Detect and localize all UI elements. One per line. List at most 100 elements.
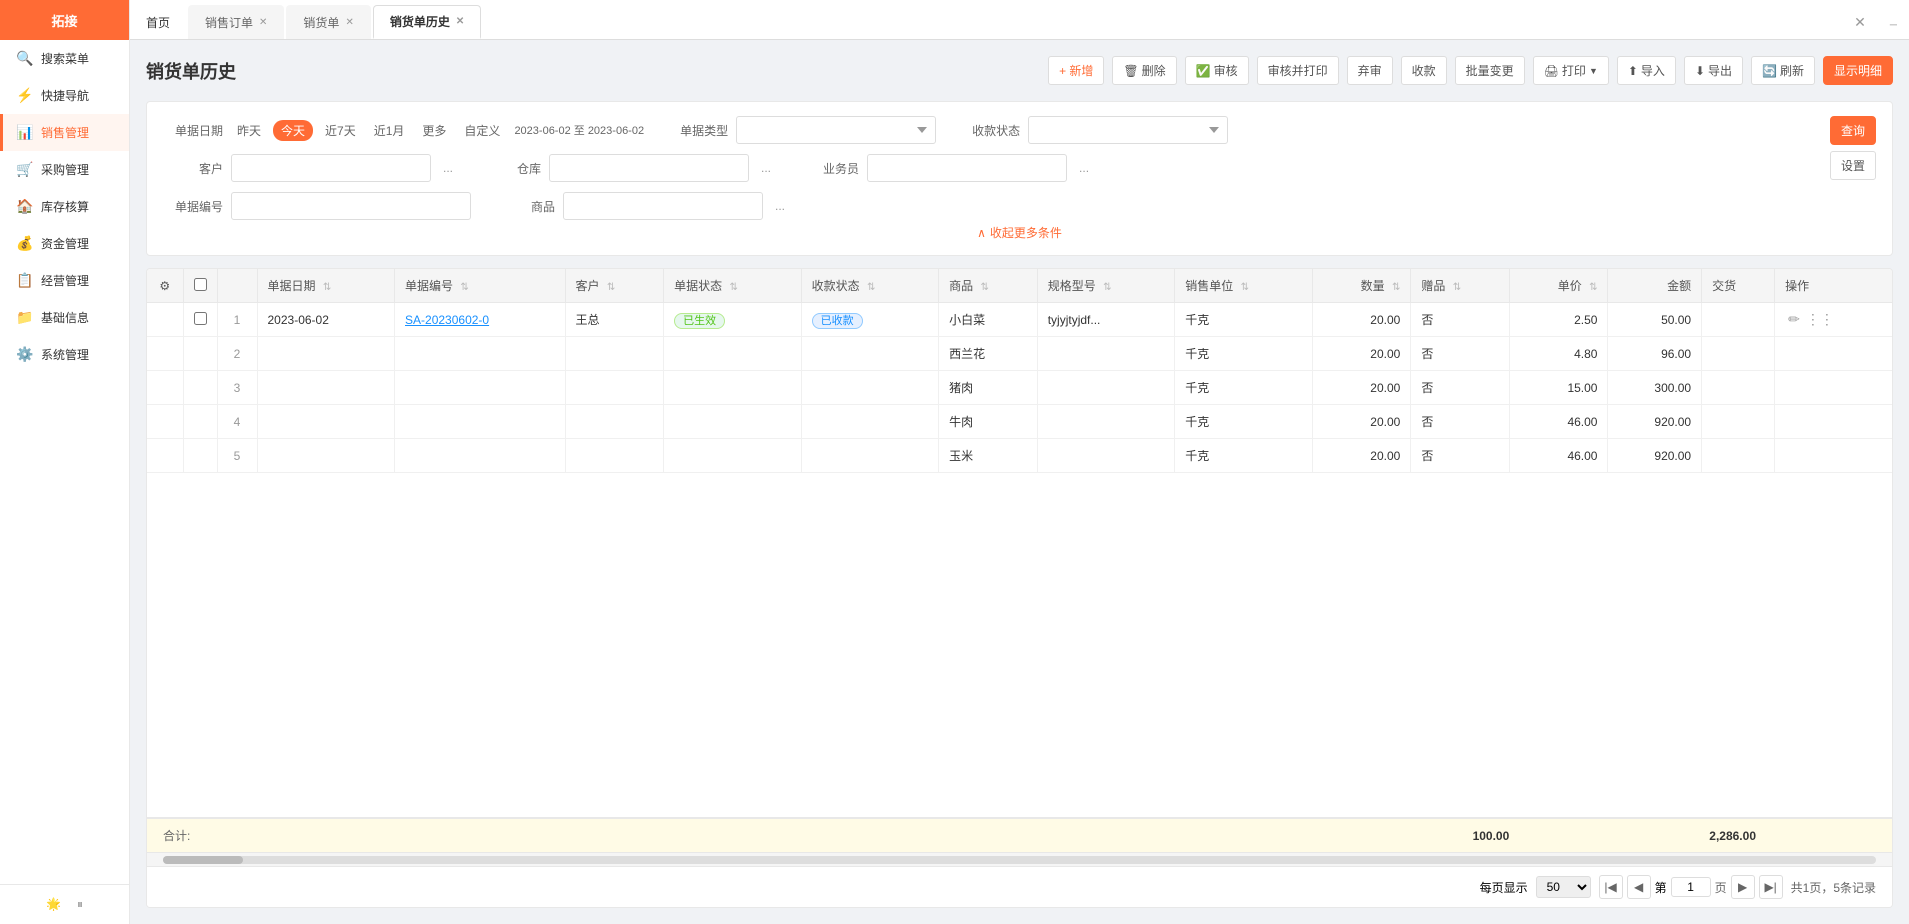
cell-gift: 否 — [1411, 337, 1510, 371]
sidebar-item-inventory[interactable]: 🏠 库存核算 — [0, 188, 129, 225]
collect-status-select[interactable] — [1028, 116, 1228, 144]
sidebar-item-sales-mgmt[interactable]: 📊 销售管理 — [0, 114, 129, 151]
tab-sales-goods-label: 销货单 — [303, 14, 339, 31]
sidebar-item-label: 采购管理 — [41, 161, 89, 178]
col-collect-status[interactable]: 收款状态 ⇅ — [801, 269, 939, 303]
goods-input[interactable] — [563, 192, 763, 220]
col-gift[interactable]: 赠品 ⇅ — [1411, 269, 1510, 303]
import-button[interactable]: ⬆ 导入 — [1617, 56, 1676, 85]
doc-no-input[interactable] — [231, 192, 471, 220]
tab-sales-order[interactable]: 销售订单 ✕ — [188, 5, 284, 39]
doc-no-link[interactable]: SA-20230602-0 — [405, 313, 489, 327]
doc-type-select[interactable] — [736, 116, 936, 144]
flash-icon: ⚡ — [17, 88, 33, 104]
date-btn-today[interactable]: 今天 — [273, 120, 313, 141]
cell-num: 2 — [217, 337, 257, 371]
cell-doc-no — [395, 405, 566, 439]
audit-print-button[interactable]: 审核并打印 — [1257, 56, 1339, 85]
settings-button[interactable]: 设置 — [1830, 151, 1876, 180]
window-min-btn[interactable]: ─ — [1878, 12, 1909, 39]
cell-num: 4 — [217, 405, 257, 439]
warehouse-ellipsis[interactable]: ... — [757, 161, 775, 175]
sort-icon: ⇅ — [460, 282, 468, 293]
sidebar-item-finance[interactable]: 💰 资金管理 — [0, 225, 129, 262]
collect-button[interactable]: 收款 — [1401, 56, 1447, 85]
col-gift-label: 赠品 — [1421, 279, 1445, 293]
content-area: 销货单历史 + 新增 🗑 删除 ✅ 审核 审核并打印 弃审 收款 — [130, 40, 1909, 924]
edit-action[interactable]: ✏ — [1785, 311, 1803, 327]
new-button[interactable]: + 新增 — [1048, 56, 1104, 85]
batch-change-button[interactable]: 批量变更 — [1455, 56, 1525, 85]
goods-ellipsis[interactable]: ... — [771, 199, 789, 213]
sidebar-item-base-info[interactable]: 📁 基础信息 — [0, 299, 129, 336]
page-input[interactable] — [1671, 877, 1711, 897]
col-transaction: 交货 — [1702, 269, 1775, 303]
col-doc-status[interactable]: 单据状态 ⇅ — [664, 269, 802, 303]
date-btn-1month[interactable]: 近1月 — [368, 120, 411, 141]
print-button[interactable]: 🖨 打印 ▼ — [1533, 56, 1609, 85]
tab-sales-goods[interactable]: 销货单 ✕ — [286, 5, 370, 39]
select-all-checkbox[interactable] — [194, 278, 207, 291]
scroll-bar-thumb[interactable] — [163, 856, 243, 864]
page-prev-btn[interactable]: ◀ — [1627, 875, 1651, 899]
query-button[interactable]: 查询 — [1830, 116, 1876, 145]
tab-sales-history[interactable]: 销货单历史 ✕ — [373, 5, 481, 39]
page-next-btn[interactable]: ▶ — [1731, 875, 1755, 899]
bottom-icon-1[interactable]: 🌟 — [46, 897, 61, 912]
tab-sales-history-close[interactable]: ✕ — [456, 16, 464, 27]
col-doc-no[interactable]: 单据编号 ⇅ — [395, 269, 566, 303]
cell-num: 5 — [217, 439, 257, 473]
warehouse-input[interactable] — [549, 154, 749, 182]
date-btn-7days[interactable]: 近7天 — [319, 120, 362, 141]
export-button[interactable]: ⬇ 导出 — [1684, 56, 1743, 85]
sort-icon: ⇅ — [607, 282, 615, 293]
delete-button[interactable]: 🗑 删除 — [1112, 56, 1176, 85]
salesperson-input[interactable] — [867, 154, 1067, 182]
bottom-icon-2[interactable]: ⏸ — [77, 897, 83, 912]
sidebar-item-quick-nav[interactable]: ⚡ 快捷导航 — [0, 77, 129, 114]
page-last-btn[interactable]: ▶| — [1759, 875, 1783, 899]
doc-type-label: 单据类型 — [668, 122, 728, 139]
tab-sales-order-close[interactable]: ✕ — [259, 17, 267, 28]
collapse-btn[interactable]: ∧ 收起更多条件 — [163, 224, 1876, 241]
cell-doc-date — [257, 371, 395, 405]
salesperson-ellipsis[interactable]: ... — [1075, 161, 1093, 175]
scroll-bar[interactable] — [147, 852, 1892, 866]
abandon-button[interactable]: 弃审 — [1347, 56, 1393, 85]
col-unit[interactable]: 销售单位 ⇅ — [1175, 269, 1313, 303]
col-quantity[interactable]: 数量 ⇅ — [1312, 269, 1411, 303]
settings-icon[interactable]: ⚙ — [159, 279, 170, 293]
tab-home[interactable]: 首页 — [130, 5, 186, 39]
cell-amount: 300.00 — [1608, 371, 1702, 405]
export-icon: ⬇ — [1695, 64, 1705, 78]
sidebar-item-search-menu[interactable]: 🔍 搜索菜单 — [0, 40, 129, 77]
row-checkbox[interactable] — [194, 312, 207, 325]
col-amount-label: 金额 — [1667, 279, 1691, 293]
date-btn-more[interactable]: 更多 — [416, 120, 452, 141]
col-spec[interactable]: 规格型号 ⇅ — [1037, 269, 1175, 303]
page-size-select[interactable]: 50 100 200 — [1536, 876, 1591, 898]
tab-sales-goods-close[interactable]: ✕ — [345, 17, 353, 28]
cell-price: 46.00 — [1509, 439, 1608, 473]
audit-button[interactable]: ✅ 审核 — [1185, 56, 1249, 85]
date-btn-custom[interactable]: 自定义 — [458, 120, 506, 141]
customer-ellipsis[interactable]: ... — [439, 161, 457, 175]
window-close-btn[interactable]: ✕ — [1842, 6, 1878, 39]
sidebar-item-operations[interactable]: 📋 经营管理 — [0, 262, 129, 299]
col-price[interactable]: 单价 ⇅ — [1509, 269, 1608, 303]
col-doc-date[interactable]: 单据日期 ⇅ — [257, 269, 395, 303]
more-action[interactable]: ⋮⋮ — [1803, 311, 1837, 327]
cell-transaction — [1702, 439, 1775, 473]
col-goods[interactable]: 商品 ⇅ — [939, 269, 1038, 303]
refresh-button[interactable]: 🔄 刷新 — [1751, 56, 1815, 85]
page-first-btn[interactable]: |◀ — [1599, 875, 1623, 899]
col-settings[interactable]: ⚙ — [147, 269, 183, 303]
cell-gift: 否 — [1411, 405, 1510, 439]
customer-input[interactable] — [231, 154, 431, 182]
sidebar-item-purchase-mgmt[interactable]: 🛒 采购管理 — [0, 151, 129, 188]
cell-transaction — [1702, 371, 1775, 405]
col-customer[interactable]: 客户 ⇅ — [565, 269, 664, 303]
sidebar-item-system-mgmt[interactable]: ⚙️ 系统管理 — [0, 336, 129, 373]
show-detail-button[interactable]: 显示明细 — [1823, 56, 1893, 85]
date-btn-yesterday[interactable]: 昨天 — [231, 120, 267, 141]
